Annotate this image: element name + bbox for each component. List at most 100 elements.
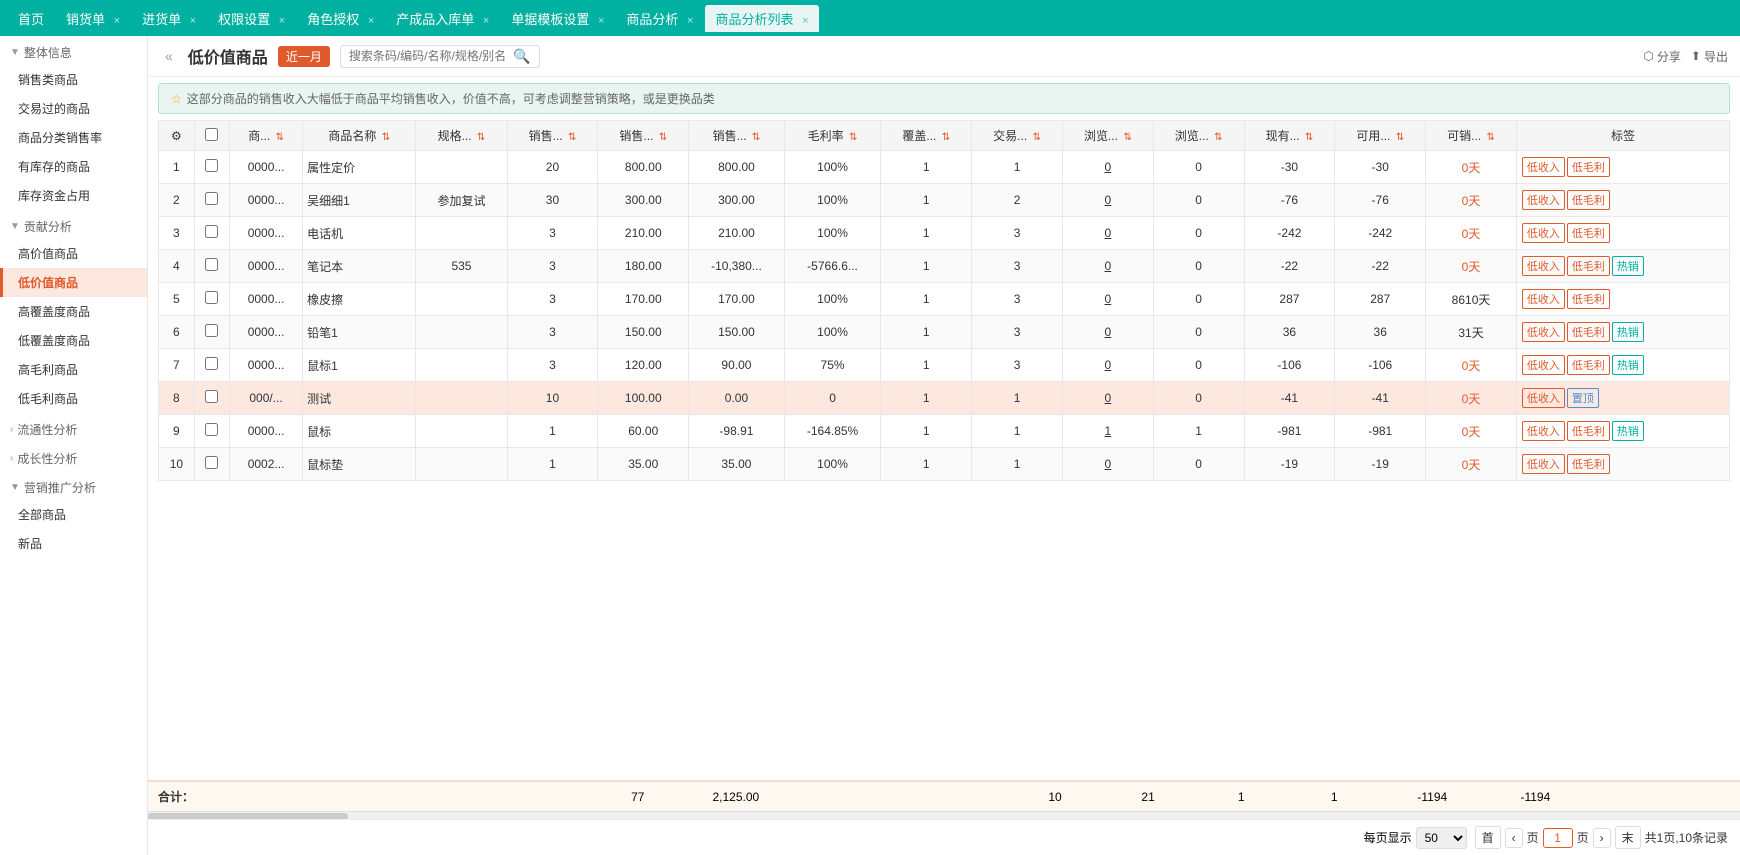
nav-purchase-close[interactable]: × bbox=[190, 15, 196, 27]
view1-link[interactable]: 0 bbox=[1104, 193, 1111, 207]
nav-roles-close[interactable]: × bbox=[368, 15, 374, 27]
row-view1[interactable]: 0 bbox=[1062, 349, 1153, 382]
sidebar-item-low-value[interactable]: 低价值商品 bbox=[0, 268, 147, 297]
sidebar-item-high-profit[interactable]: 高毛利商品 bbox=[0, 355, 147, 384]
row-checkbox[interactable] bbox=[194, 184, 229, 217]
row-view1[interactable]: 0 bbox=[1062, 151, 1153, 184]
sidebar-item-low-profit[interactable]: 低毛利商品 bbox=[0, 384, 147, 413]
row-select-checkbox[interactable] bbox=[205, 324, 218, 337]
nav-templates-close[interactable]: × bbox=[598, 15, 604, 27]
col-checkbox[interactable] bbox=[194, 121, 229, 151]
row-view1[interactable]: 0 bbox=[1062, 250, 1153, 283]
nav-sales[interactable]: 销货单 × bbox=[56, 5, 130, 32]
time-filter-button[interactable]: 近一月 bbox=[278, 46, 330, 67]
sidebar-group-growth[interactable]: › 成长性分析 bbox=[0, 442, 147, 471]
col-code[interactable]: 商... ⇅ bbox=[229, 121, 302, 151]
sidebar-group-overall[interactable]: ▼ 整体信息 bbox=[0, 36, 147, 65]
sidebar-group-contribution[interactable]: ▼ 贡献分析 bbox=[0, 210, 147, 239]
col-name[interactable]: 商品名称 ⇅ bbox=[303, 121, 416, 151]
nav-analysis-close[interactable]: × bbox=[687, 15, 693, 27]
share-button[interactable]: ⬡ 分享 bbox=[1643, 48, 1681, 65]
col-sales-qty[interactable]: 销售... ⇅ bbox=[507, 121, 598, 151]
row-select-checkbox[interactable] bbox=[205, 390, 218, 403]
col-view1[interactable]: 浏览... ⇅ bbox=[1062, 121, 1153, 151]
nav-roles[interactable]: 角色授权 × bbox=[297, 5, 384, 32]
view1-link[interactable]: 0 bbox=[1104, 391, 1111, 405]
current-page-input[interactable]: 1 bbox=[1543, 828, 1573, 848]
row-select-checkbox[interactable] bbox=[205, 291, 218, 304]
nav-sales-close[interactable]: × bbox=[114, 15, 120, 27]
nav-templates[interactable]: 单据模板设置 × bbox=[501, 5, 614, 32]
nav-home[interactable]: 首页 bbox=[8, 5, 54, 32]
nav-permissions-close[interactable]: × bbox=[279, 15, 285, 27]
collapse-button[interactable]: « bbox=[160, 46, 178, 66]
sidebar-item-stock-funds[interactable]: 库存资金占用 bbox=[0, 181, 147, 210]
sidebar-item-stock-products[interactable]: 有库存的商品 bbox=[0, 152, 147, 181]
col-sellable-days[interactable]: 可销... ⇅ bbox=[1426, 121, 1517, 151]
search-icon[interactable]: 🔍 bbox=[513, 48, 530, 65]
view1-link[interactable]: 0 bbox=[1104, 358, 1111, 372]
sidebar-item-high-value[interactable]: 高价值商品 bbox=[0, 239, 147, 268]
sidebar-item-sales-products[interactable]: 销售类商品 bbox=[0, 65, 147, 94]
next-page-button[interactable]: › bbox=[1593, 828, 1611, 848]
sidebar-group-flow[interactable]: › 流通性分析 bbox=[0, 413, 147, 442]
col-current-stock[interactable]: 现有... ⇅ bbox=[1244, 121, 1335, 151]
view1-link[interactable]: 0 bbox=[1104, 226, 1111, 240]
col-coverage[interactable]: 覆盖... ⇅ bbox=[881, 121, 972, 151]
prev-page-button[interactable]: ‹ bbox=[1505, 828, 1523, 848]
row-select-checkbox[interactable] bbox=[205, 258, 218, 271]
nav-purchase[interactable]: 进货单 × bbox=[132, 5, 206, 32]
search-input[interactable] bbox=[349, 49, 509, 63]
row-select-checkbox[interactable] bbox=[205, 423, 218, 436]
view1-link[interactable]: 0 bbox=[1104, 160, 1111, 174]
row-view1[interactable]: 0 bbox=[1062, 316, 1153, 349]
view1-link[interactable]: 1 bbox=[1104, 424, 1111, 438]
row-view1[interactable]: 1 bbox=[1062, 415, 1153, 448]
row-checkbox[interactable] bbox=[194, 217, 229, 250]
row-checkbox[interactable] bbox=[194, 415, 229, 448]
row-checkbox[interactable] bbox=[194, 151, 229, 184]
row-select-checkbox[interactable] bbox=[205, 456, 218, 469]
col-view2[interactable]: 浏览... ⇅ bbox=[1153, 121, 1244, 151]
first-page-button[interactable]: 首 bbox=[1475, 826, 1501, 849]
col-sales-profit[interactable]: 销售... ⇅ bbox=[689, 121, 785, 151]
nav-analysis[interactable]: 商品分析 × bbox=[616, 5, 703, 32]
row-checkbox[interactable] bbox=[194, 250, 229, 283]
nav-products[interactable]: 产成品入库单 × bbox=[386, 5, 499, 32]
sidebar-item-new-products[interactable]: 新品 bbox=[0, 529, 147, 558]
col-settings[interactable]: ⚙ bbox=[159, 121, 195, 151]
sidebar-item-category-sales[interactable]: 商品分类销售率 bbox=[0, 123, 147, 152]
horizontal-scrollbar[interactable] bbox=[148, 811, 1740, 819]
sidebar-item-low-coverage[interactable]: 低覆盖度商品 bbox=[0, 326, 147, 355]
nav-products-close[interactable]: × bbox=[483, 15, 489, 27]
view1-link[interactable]: 0 bbox=[1104, 259, 1111, 273]
row-checkbox[interactable] bbox=[194, 382, 229, 415]
sidebar-group-marketing[interactable]: ▼ 营销推广分析 bbox=[0, 471, 147, 500]
select-all-checkbox[interactable] bbox=[205, 128, 218, 141]
col-available-stock[interactable]: 可用... ⇅ bbox=[1335, 121, 1426, 151]
col-trade-count[interactable]: 交易... ⇅ bbox=[972, 121, 1063, 151]
row-checkbox[interactable] bbox=[194, 448, 229, 481]
row-checkbox[interactable] bbox=[194, 349, 229, 382]
view1-link[interactable]: 0 bbox=[1104, 457, 1111, 471]
sidebar-item-high-coverage[interactable]: 高覆盖度商品 bbox=[0, 297, 147, 326]
per-page-select[interactable]: 20 50 100 bbox=[1416, 827, 1467, 849]
row-checkbox[interactable] bbox=[194, 316, 229, 349]
nav-analysis-list-close[interactable]: × bbox=[802, 15, 808, 27]
row-view1[interactable]: 0 bbox=[1062, 217, 1153, 250]
sidebar-item-traded-products[interactable]: 交易过的商品 bbox=[0, 94, 147, 123]
col-spec[interactable]: 规格... ⇅ bbox=[416, 121, 507, 151]
row-view1[interactable]: 0 bbox=[1062, 184, 1153, 217]
view1-link[interactable]: 0 bbox=[1104, 325, 1111, 339]
row-select-checkbox[interactable] bbox=[205, 159, 218, 172]
sidebar-item-all-products[interactable]: 全部商品 bbox=[0, 500, 147, 529]
col-gross-margin[interactable]: 毛利率 ⇅ bbox=[784, 121, 881, 151]
row-select-checkbox[interactable] bbox=[205, 357, 218, 370]
row-select-checkbox[interactable] bbox=[205, 225, 218, 238]
view1-link[interactable]: 0 bbox=[1104, 292, 1111, 306]
last-page-button[interactable]: 末 bbox=[1615, 826, 1641, 849]
nav-permissions[interactable]: 权限设置 × bbox=[208, 5, 295, 32]
nav-analysis-list[interactable]: 商品分析列表 × bbox=[705, 5, 818, 32]
row-view1[interactable]: 0 bbox=[1062, 283, 1153, 316]
row-view1[interactable]: 0 bbox=[1062, 448, 1153, 481]
